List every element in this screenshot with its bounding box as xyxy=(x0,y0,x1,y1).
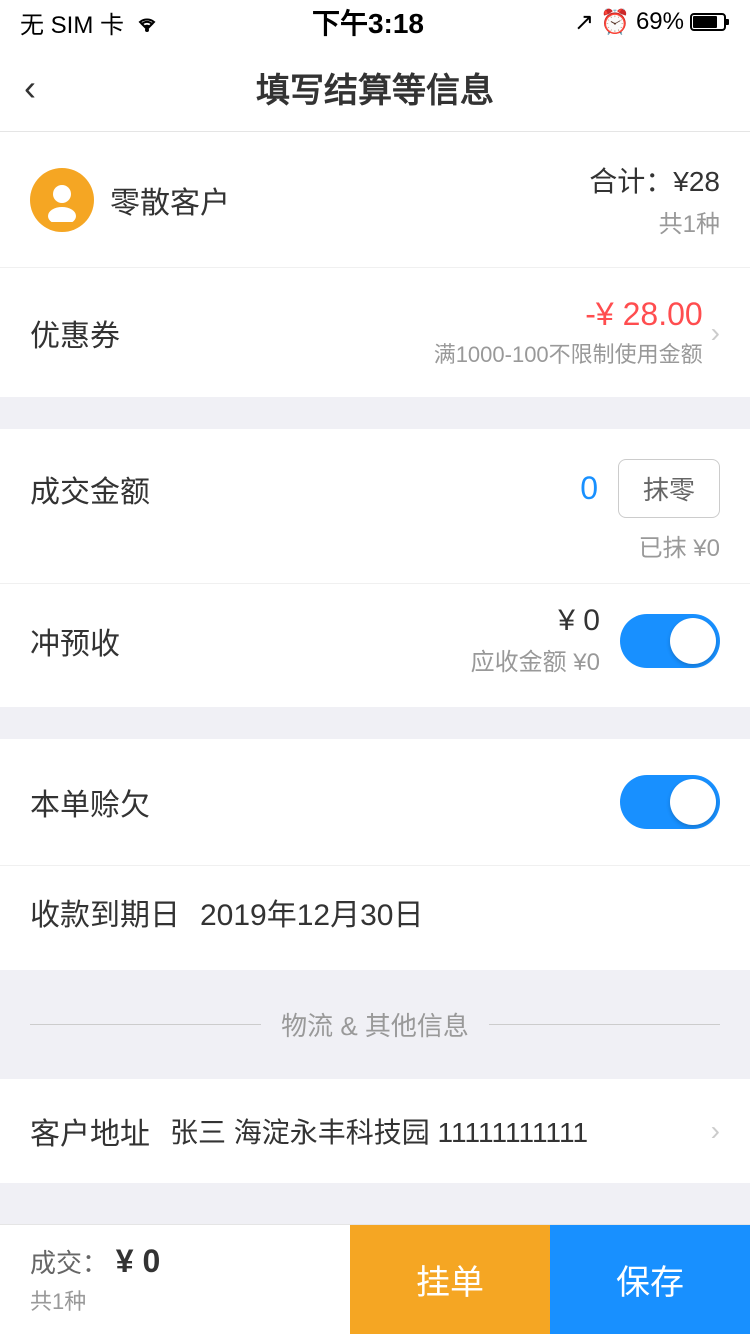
bottom-deal-label: 成交： xyxy=(30,1248,108,1278)
divider-2 xyxy=(0,723,750,739)
coupon-label: 优惠券 xyxy=(30,311,120,355)
coupon-amount: -¥ 28.00 xyxy=(434,296,703,333)
save-button[interactable]: 保存 xyxy=(550,1225,750,1334)
bottom-deal-row: 成交： ¥ 0 xyxy=(30,1243,350,1280)
total-amount: 合计：¥28 xyxy=(589,160,720,200)
pre-receive-label: 冲预收 xyxy=(30,619,120,663)
customer-row: 零散客户 合计：¥28 共1种 xyxy=(0,132,750,267)
wifi-icon xyxy=(132,11,162,33)
location-icon: ↗ xyxy=(574,8,594,37)
pre-receive-right: ¥ 0 应收金额 ¥0 xyxy=(471,604,720,677)
amount-right: 0 抹零 xyxy=(580,459,720,518)
battery-icon xyxy=(690,11,730,33)
bottom-amount: ¥ 0 xyxy=(116,1243,160,1279)
customer-right: 合计：¥28 共1种 xyxy=(589,160,720,239)
nav-title: 填写结算等信息 xyxy=(256,63,494,112)
coupon-row[interactable]: 优惠券 -¥ 28.00 满1000-100不限制使用金额 › xyxy=(0,267,750,397)
amount-row: 成交金额 0 抹零 xyxy=(0,429,750,528)
debt-card: 本单赊欠 收款到期日 2019年12月30日 xyxy=(0,739,750,970)
address-card: 客户地址 张三 海淀永丰科技园 11111111111 › xyxy=(0,1079,750,1183)
due-date-row: 收款到期日 2019年12月30日 xyxy=(0,865,750,970)
chevron-right-icon: › xyxy=(711,317,720,349)
sim-status: 无 SIM 卡 xyxy=(20,5,124,40)
pre-sub-amount: 应收金额 ¥0 xyxy=(471,642,600,677)
status-right: ↗ ⏰ 69% xyxy=(574,8,730,37)
total-count: 共1种 xyxy=(589,204,720,239)
logistics-divider-right xyxy=(489,1024,720,1025)
logistics-title: 物流 & 其他信息 xyxy=(281,1006,469,1043)
bottom-bar: 成交： ¥ 0 共1种 挂单 保存 xyxy=(0,1224,750,1334)
address-value: 张三 海淀永丰科技园 11111111111 xyxy=(170,1111,711,1151)
already-rounded: 已抹 ¥0 xyxy=(0,528,750,583)
status-bar: 无 SIM 卡 下午3:18 ↗ ⏰ 69% xyxy=(0,0,750,44)
customer-card: 零散客户 合计：¥28 共1种 优惠券 -¥ 28.00 满1000-100不限… xyxy=(0,132,750,397)
toggle-knob xyxy=(670,618,716,664)
avatar xyxy=(30,168,94,232)
logistics-section: 物流 & 其他信息 xyxy=(0,986,750,1063)
debt-toggle[interactable] xyxy=(620,775,720,829)
round-off-button[interactable]: 抹零 xyxy=(618,459,720,518)
logistics-divider-left xyxy=(30,1024,261,1025)
debt-label: 本单赊欠 xyxy=(30,780,150,824)
main-content: 零散客户 合计：¥28 共1种 优惠券 -¥ 28.00 满1000-100不限… xyxy=(0,132,750,1319)
pre-receive-amounts: ¥ 0 应收金额 ¥0 xyxy=(471,604,600,677)
debt-row: 本单赊欠 xyxy=(0,739,750,865)
coupon-desc: 满1000-100不限制使用金额 xyxy=(434,337,703,369)
pre-receive-row: 冲预收 ¥ 0 应收金额 ¥0 xyxy=(0,583,750,707)
debt-toggle-knob xyxy=(670,779,716,825)
pre-receive-toggle[interactable] xyxy=(620,614,720,668)
pre-main-amount: ¥ 0 xyxy=(471,604,600,638)
alarm-icon: ⏰ xyxy=(600,8,630,37)
deal-amount-value[interactable]: 0 xyxy=(580,470,598,507)
battery-percent: 69% xyxy=(636,8,684,36)
bottom-count: 共1种 xyxy=(30,1284,350,1316)
deal-amount-card: 成交金额 0 抹零 已抹 ¥0 冲预收 ¥ 0 应收金额 ¥0 xyxy=(0,429,750,707)
nav-bar: ‹ 填写结算等信息 xyxy=(0,44,750,132)
due-date-value[interactable]: 2019年12月30日 xyxy=(200,890,423,934)
customer-left: 零散客户 xyxy=(30,168,230,232)
deal-amount-label: 成交金额 xyxy=(30,467,150,511)
address-label: 客户地址 xyxy=(30,1109,150,1153)
logistics-header: 物流 & 其他信息 xyxy=(0,986,750,1063)
coupon-right: -¥ 28.00 满1000-100不限制使用金额 › xyxy=(434,296,720,369)
bottom-info: 成交： ¥ 0 共1种 xyxy=(0,1243,350,1316)
avatar-icon xyxy=(40,178,84,222)
address-chevron-icon: › xyxy=(711,1115,720,1147)
divider-1 xyxy=(0,413,750,429)
customer-name: 零散客户 xyxy=(110,178,230,222)
back-button[interactable]: ‹ xyxy=(24,67,36,109)
status-time: 下午3:18 xyxy=(312,2,424,42)
status-left: 无 SIM 卡 xyxy=(20,5,162,40)
pending-button[interactable]: 挂单 xyxy=(350,1225,550,1334)
due-date-label: 收款到期日 xyxy=(30,890,180,934)
address-row[interactable]: 客户地址 张三 海淀永丰科技园 11111111111 › xyxy=(0,1079,750,1183)
